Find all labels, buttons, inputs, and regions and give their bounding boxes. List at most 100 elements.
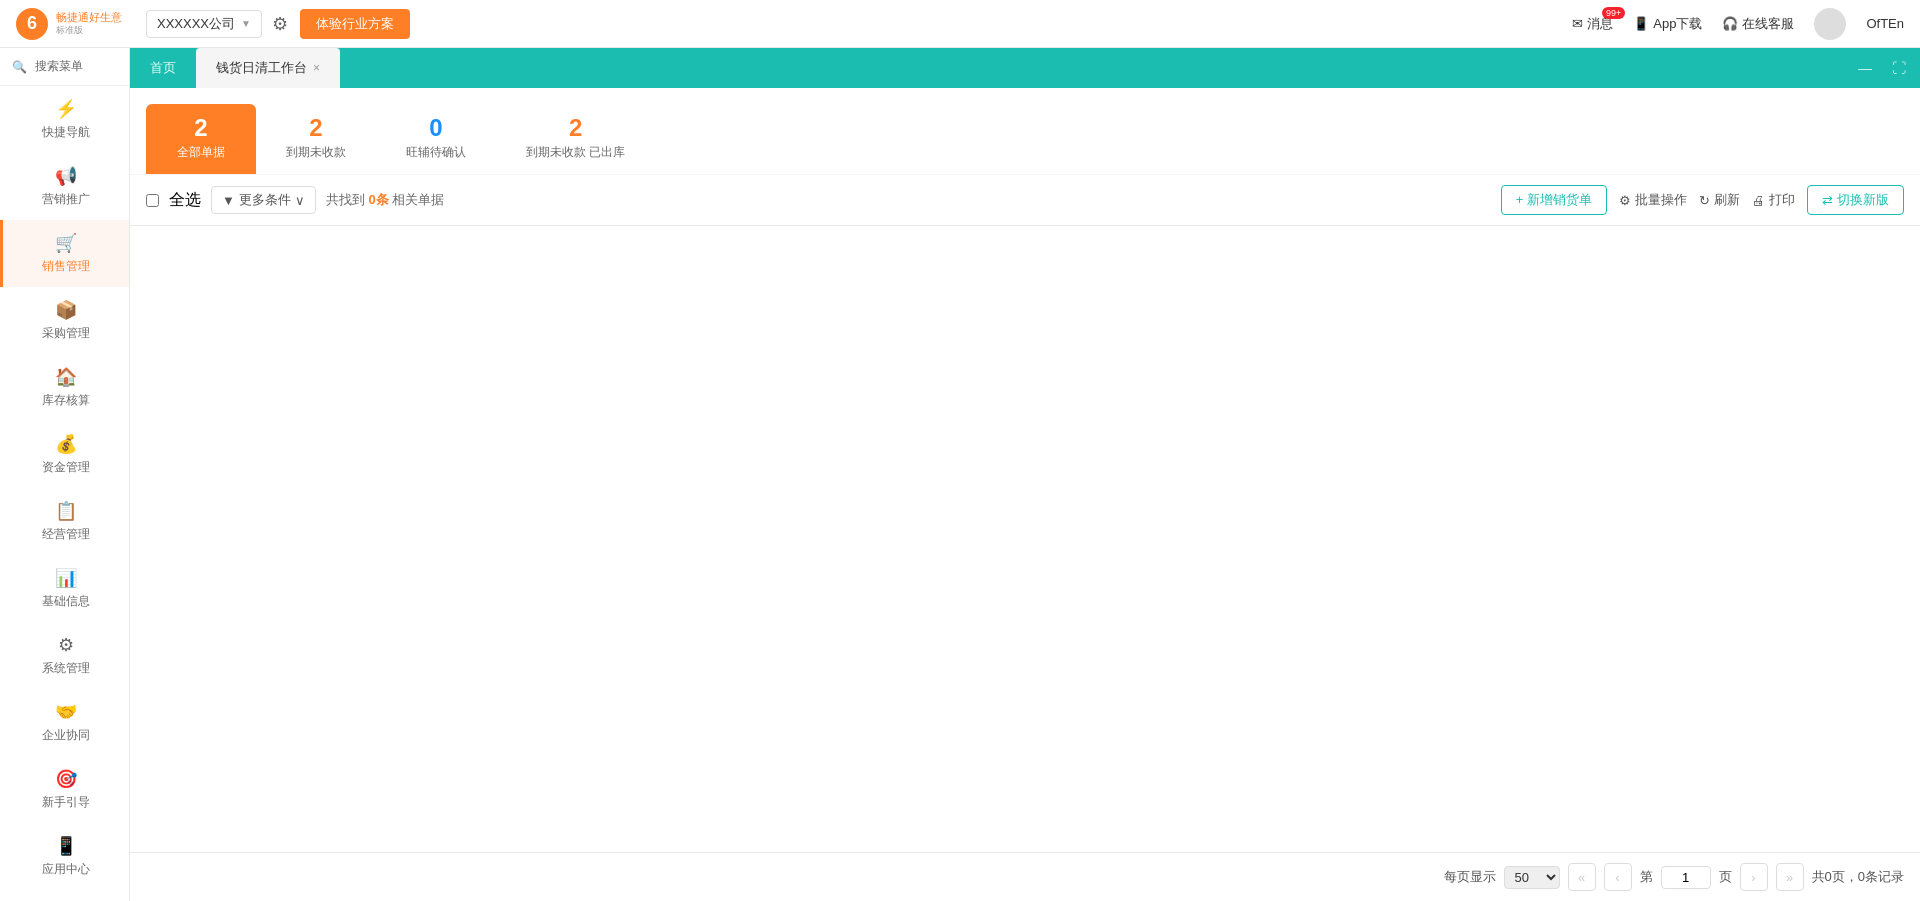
- logo-text: 畅捷通好生意: [56, 10, 122, 24]
- next-page-button[interactable]: ›: [1740, 863, 1768, 891]
- sidebar-item-system[interactable]: ⚙ 系统管理: [0, 622, 129, 689]
- sidebar-item-label: 销售管理: [42, 258, 90, 275]
- stat-overdue-label: 到期未收款: [286, 144, 346, 161]
- sales-icon: 🛒: [55, 232, 77, 254]
- filter-icon: ▼: [222, 193, 235, 208]
- sidebar-item-quick-nav[interactable]: ⚡ 快捷导航: [0, 86, 129, 153]
- sidebar-item-finance[interactable]: 💰 资金管理: [0, 421, 129, 488]
- select-all-checkbox[interactable]: [146, 194, 159, 207]
- sidebar-item-inventory[interactable]: 🏠 库存核算: [0, 354, 129, 421]
- sidebar-item-sales[interactable]: 🛒 销售管理: [0, 220, 129, 287]
- refresh-icon: ↻: [1699, 193, 1710, 208]
- header-right: ✉ 消息 99+ 📱 App下载 🎧 在线客服 OfTEn: [1572, 8, 1904, 40]
- sidebar-item-basic-info[interactable]: 📊 基础信息: [0, 555, 129, 622]
- search-label: 搜索菜单: [35, 58, 83, 75]
- refresh-label: 刷新: [1714, 191, 1740, 209]
- sidebar-item-purchase[interactable]: 📦 采购管理: [0, 287, 129, 354]
- batch-operation-button[interactable]: ⚙ 批量操作: [1619, 191, 1687, 209]
- online-service-label: 在线客服: [1742, 15, 1794, 33]
- tab-home[interactable]: 首页: [130, 48, 196, 88]
- table-area: [130, 226, 1920, 852]
- page-number-input[interactable]: [1661, 866, 1711, 889]
- tab-minimize-icon[interactable]: —: [1852, 56, 1878, 80]
- per-page-select[interactable]: 50 100 200: [1504, 866, 1560, 889]
- sidebar-search[interactable]: 🔍 搜索菜单: [0, 48, 129, 86]
- app-center-icon: 📱: [55, 835, 77, 857]
- sidebar-item-app-center[interactable]: 📱 应用中心: [0, 823, 129, 890]
- content-area: 首页 钱货日清工作台 × — ⛶ 2 全部单据 2 到期未收款: [130, 48, 1920, 901]
- sidebar-item-operations[interactable]: 📋 经营管理: [0, 488, 129, 555]
- message-button[interactable]: ✉ 消息 99+: [1572, 15, 1613, 33]
- sidebar-item-label: 资金管理: [42, 459, 90, 476]
- stat-tab-overdue[interactable]: 2 到期未收款: [256, 104, 376, 174]
- batch-icon: ⚙: [1619, 193, 1631, 208]
- batch-label: 批量操作: [1635, 191, 1687, 209]
- tab-expand-icon[interactable]: ⛶: [1886, 56, 1912, 80]
- stat-tab-pending[interactable]: 0 旺辅待确认: [376, 104, 496, 174]
- stat-all-num: 2: [194, 114, 207, 142]
- sidebar: 🔍 搜索菜单 ⚡ 快捷导航 📢 营销推广 🛒 销售管理 📦 采购管理 🏠 库存核…: [0, 48, 130, 901]
- app-download-button[interactable]: 📱 App下载: [1633, 15, 1702, 33]
- stat-overdue-shipped-label: 到期未收款 已出库: [526, 144, 625, 161]
- sidebar-item-label: 基础信息: [42, 593, 90, 610]
- guide-icon: 🎯: [55, 768, 77, 790]
- basic-info-icon: 📊: [55, 567, 77, 589]
- sidebar-item-label: 经营管理: [42, 526, 90, 543]
- sidebar-item-label: 新手引导: [42, 794, 90, 811]
- stat-pending-num: 0: [429, 114, 442, 142]
- sidebar-item-label: 企业协同: [42, 727, 90, 744]
- trial-button[interactable]: 体验行业方案: [300, 9, 410, 39]
- sidebar-item-label: 应用中心: [42, 861, 90, 878]
- message-badge: 99+: [1602, 7, 1625, 19]
- tab-right-controls: — ⛶: [1852, 56, 1920, 80]
- switch-label: 切换新版: [1837, 191, 1889, 209]
- company-selector[interactable]: XXXXXX公司 ▼: [146, 10, 262, 38]
- filter-button[interactable]: ▼ 更多条件 ∨: [211, 186, 316, 214]
- print-label: 打印: [1769, 191, 1795, 209]
- finance-icon: 💰: [55, 433, 77, 455]
- switch-version-button[interactable]: ⇄ 切换新版: [1807, 185, 1904, 215]
- logo-icon: 6: [16, 8, 48, 40]
- add-sales-order-button[interactable]: + 新增销货单: [1501, 185, 1607, 215]
- print-icon: 🖨: [1752, 193, 1765, 208]
- sidebar-item-wechat[interactable]: 💬 企业微信: [0, 890, 129, 901]
- avatar[interactable]: [1814, 8, 1846, 40]
- stat-tab-overdue-shipped[interactable]: 2 到期未收款 已出库: [496, 104, 655, 174]
- page-content: 2 全部单据 2 到期未收款 0 旺辅待确认 2 到期未收款 已出库: [130, 88, 1920, 901]
- found-text: 共找到 0条 相关单据: [326, 191, 444, 209]
- top-header: 6 畅捷通好生意 标准版 XXXXXX公司 ▼ ⚙ 体验行业方案 ✉ 消息 99…: [0, 0, 1920, 48]
- stat-all-label: 全部单据: [177, 144, 225, 161]
- prev-page-button[interactable]: ‹: [1604, 863, 1632, 891]
- sidebar-item-enterprise[interactable]: 🤝 企业协同: [0, 689, 129, 756]
- tab-active[interactable]: 钱货日清工作台 ×: [196, 48, 340, 88]
- tab-close-icon[interactable]: ×: [313, 61, 320, 75]
- main-layout: 🔍 搜索菜单 ⚡ 快捷导航 📢 营销推广 🛒 销售管理 📦 采购管理 🏠 库存核…: [0, 48, 1920, 901]
- company-name: XXXXXX公司: [157, 15, 235, 33]
- total-records: 共0页，0条记录: [1812, 868, 1904, 886]
- sidebar-item-label: 采购管理: [42, 325, 90, 342]
- switch-icon: ⇄: [1822, 193, 1833, 208]
- toolbar-right: + 新增销货单 ⚙ 批量操作 ↻ 刷新 🖨 打印 ⇄: [1501, 185, 1904, 215]
- settings-icon[interactable]: ⚙: [272, 13, 288, 35]
- tab-bar: 首页 钱货日清工作台 × — ⛶: [130, 48, 1920, 88]
- marketing-icon: 📢: [55, 165, 77, 187]
- stat-tab-all[interactable]: 2 全部单据: [146, 104, 256, 174]
- sidebar-item-marketing[interactable]: 📢 营销推广: [0, 153, 129, 220]
- print-button[interactable]: 🖨 打印: [1752, 191, 1795, 209]
- online-service-button[interactable]: 🎧 在线客服: [1722, 15, 1794, 33]
- sidebar-item-label: 快捷导航: [42, 124, 90, 141]
- sidebar-item-guide[interactable]: 🎯 新手引导: [0, 756, 129, 823]
- next-page-icon: ›: [1751, 870, 1755, 885]
- stat-overdue-num: 2: [309, 114, 322, 142]
- stat-pending-label: 旺辅待确认: [406, 144, 466, 161]
- quick-nav-icon: ⚡: [55, 98, 77, 120]
- chevron-icon: ∨: [295, 193, 305, 208]
- refresh-button[interactable]: ↻ 刷新: [1699, 191, 1740, 209]
- chevron-down-icon: ▼: [241, 18, 251, 29]
- per-page-label: 每页显示: [1444, 868, 1496, 886]
- stat-overdue-shipped-num: 2: [569, 114, 582, 142]
- page-label: 第: [1640, 868, 1653, 886]
- toolbar: 全选 ▼ 更多条件 ∨ 共找到 0条 相关单据 + 新增销货单 ⚙ 批量操作: [130, 175, 1920, 226]
- last-page-button[interactable]: »: [1776, 863, 1804, 891]
- first-page-button[interactable]: «: [1568, 863, 1596, 891]
